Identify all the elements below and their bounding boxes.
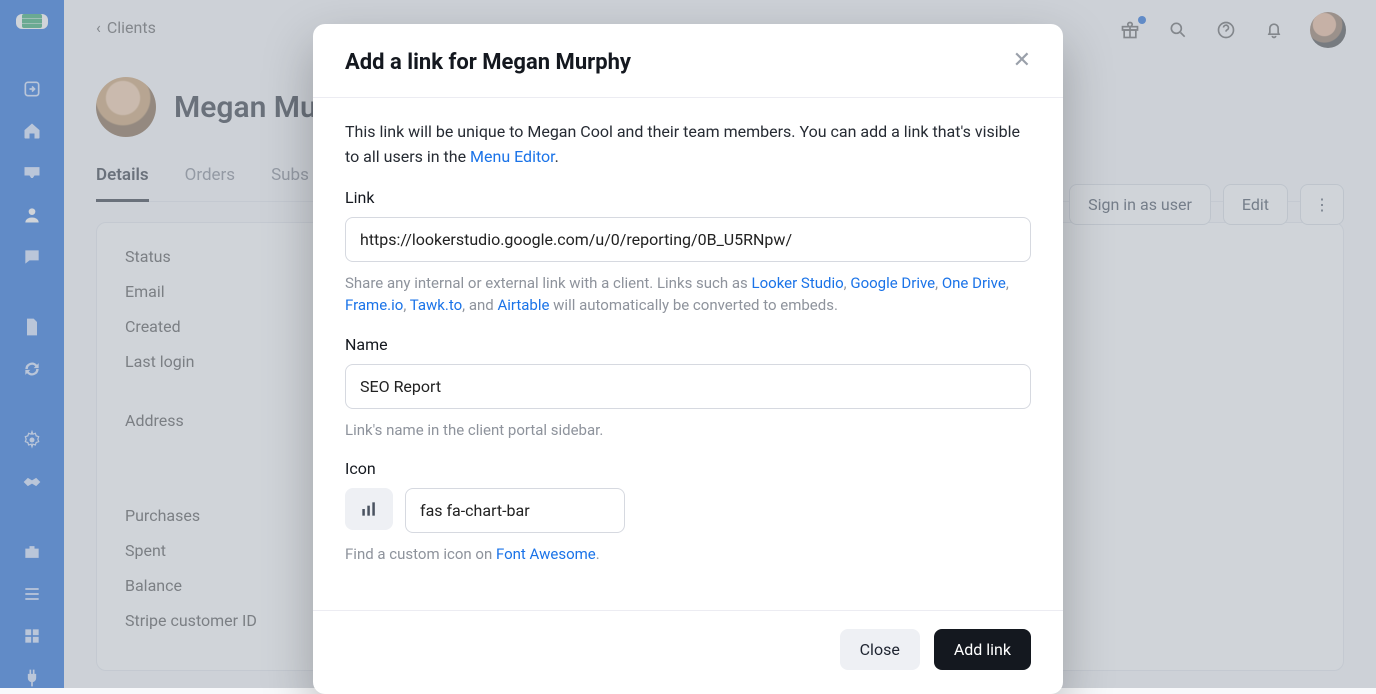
icon-label: Icon [345, 459, 1031, 478]
font-awesome-link[interactable]: Font Awesome [496, 545, 596, 563]
one-drive-link[interactable]: One Drive [942, 274, 1006, 292]
modal-overlay[interactable]: Add a link for Megan Murphy ✕ This link … [0, 0, 1376, 688]
add-link-button[interactable]: Add link [934, 629, 1031, 670]
chart-bar-icon [359, 499, 379, 519]
name-hint: Link's name in the client portal sidebar… [345, 419, 1031, 442]
menu-editor-link[interactable]: Menu Editor [470, 147, 555, 166]
modal-title: Add a link for Megan Murphy [345, 50, 631, 75]
link-label: Link [345, 188, 1031, 207]
name-label: Name [345, 335, 1031, 354]
link-hint: Share any internal or external link with… [345, 272, 1031, 317]
google-drive-link[interactable]: Google Drive [850, 274, 935, 292]
close-button[interactable]: Close [840, 629, 920, 670]
modal-description: This link will be unique to Megan Cool a… [345, 120, 1031, 170]
frame-io-link[interactable]: Frame.io [345, 296, 403, 314]
icon-preview [345, 488, 393, 530]
link-input[interactable] [345, 217, 1031, 262]
tawk-to-link[interactable]: Tawk.to [410, 296, 462, 314]
airtable-link[interactable]: Airtable [497, 296, 549, 314]
name-input[interactable] [345, 364, 1031, 409]
looker-studio-link[interactable]: Looker Studio [752, 274, 844, 292]
icon-hint: Find a custom icon on Font Awesome. [345, 543, 1031, 566]
close-icon[interactable]: ✕ [1013, 50, 1031, 72]
icon-input[interactable] [405, 488, 625, 533]
add-link-modal: Add a link for Megan Murphy ✕ This link … [313, 24, 1063, 694]
